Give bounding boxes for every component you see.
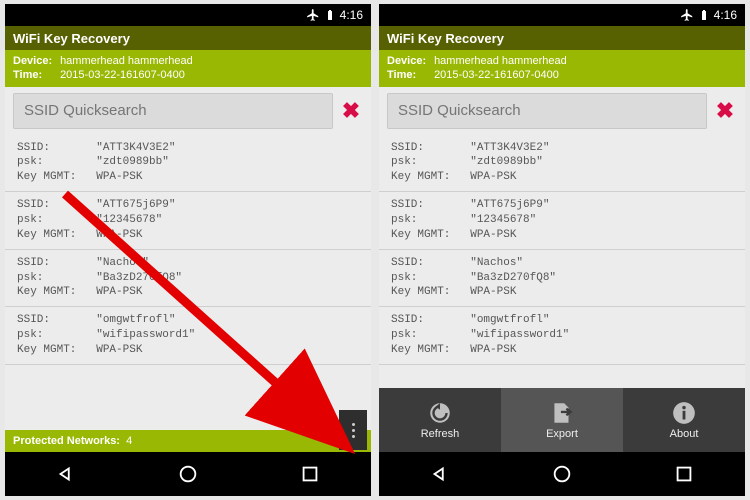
meta-bar: Device: hammerhead hammerhead Time: 2015… (379, 50, 745, 87)
device-label: Device: (387, 54, 431, 68)
search-row: ✖ (5, 87, 371, 135)
list-item[interactable]: SSID: "ATT675j6P9" psk: "12345678" Key M… (379, 192, 745, 250)
refresh-icon (427, 400, 453, 426)
phone-left: 4:16 WiFi Key Recovery Device: hammerhea… (5, 4, 371, 496)
menu-refresh-label: Refresh (421, 428, 460, 440)
time-value: 2015-03-22-161607-0400 (60, 69, 185, 81)
app-title-bar: WiFi Key Recovery (5, 26, 371, 50)
nav-bar (5, 452, 371, 496)
status-bar: 4:16 (5, 4, 371, 26)
device-label: Device: (13, 54, 57, 68)
airplane-mode-icon (680, 8, 694, 22)
nav-back-button[interactable] (418, 452, 462, 496)
menu-about-label: About (670, 428, 699, 440)
device-value: hammerhead hammerhead (434, 55, 567, 67)
meta-bar: Device: hammerhead hammerhead Time: 2015… (5, 50, 371, 87)
footer-count: 4 (126, 435, 132, 447)
nav-back-button[interactable] (44, 452, 88, 496)
clear-search-button[interactable]: ✖ (339, 99, 363, 123)
menu-export-label: Export (546, 428, 578, 440)
list-item[interactable]: SSID: "Nachos" psk: "Ba3zD270fQ8" Key MG… (5, 250, 371, 308)
footer-label: Protected Networks: (13, 435, 120, 447)
network-list[interactable]: SSID: "ATT3K4V3E2" psk: "zdt0989bb" Key … (379, 135, 745, 388)
menu-export[interactable]: Export (501, 388, 623, 452)
menu-refresh[interactable]: Refresh (379, 388, 501, 452)
nav-home-button[interactable] (166, 452, 210, 496)
export-icon (549, 400, 575, 426)
clear-search-button[interactable]: ✖ (713, 99, 737, 123)
airplane-mode-icon (306, 8, 320, 22)
footer-bar: Protected Networks: 4 (5, 430, 371, 452)
info-icon (671, 400, 697, 426)
app-title: WiFi Key Recovery (13, 31, 130, 46)
device-value: hammerhead hammerhead (60, 55, 193, 67)
list-item[interactable]: SSID: "Nachos" psk: "Ba3zD270fQ8" Key MG… (379, 250, 745, 308)
list-item[interactable]: SSID: "ATT675j6P9" psk: "12345678" Key M… (5, 192, 371, 250)
list-item[interactable]: SSID: "ATT3K4V3E2" psk: "zdt0989bb" Key … (5, 135, 371, 193)
status-time: 4:16 (340, 8, 363, 22)
search-input[interactable] (13, 93, 333, 129)
list-item[interactable]: SSID: "omgwtfrofl" psk: "wifipassword1" … (379, 307, 745, 365)
time-label: Time: (387, 68, 431, 82)
list-item[interactable]: SSID: "ATT3K4V3E2" psk: "zdt0989bb" Key … (379, 135, 745, 193)
list-item[interactable]: SSID: "omgwtfrofl" psk: "wifipassword1" … (5, 307, 371, 365)
app-title: WiFi Key Recovery (387, 31, 504, 46)
network-list[interactable]: SSID: "ATT3K4V3E2" psk: "zdt0989bb" Key … (5, 135, 371, 430)
overflow-menu-button[interactable] (339, 410, 367, 450)
search-row: ✖ (379, 87, 745, 135)
status-bar: 4:16 (379, 4, 745, 26)
app-title-bar: WiFi Key Recovery (379, 26, 745, 50)
nav-bar (379, 452, 745, 496)
time-value: 2015-03-22-161607-0400 (434, 69, 559, 81)
battery-icon (698, 8, 710, 22)
phone-right: 4:16 WiFi Key Recovery Device: hammerhea… (379, 4, 745, 496)
nav-home-button[interactable] (540, 452, 584, 496)
menu-about[interactable]: About (623, 388, 745, 452)
status-time: 4:16 (714, 8, 737, 22)
overflow-menu: Refresh Export About (379, 388, 745, 452)
search-input[interactable] (387, 93, 707, 129)
time-label: Time: (13, 68, 57, 82)
battery-icon (324, 8, 336, 22)
nav-recent-button[interactable] (662, 452, 706, 496)
nav-recent-button[interactable] (288, 452, 332, 496)
